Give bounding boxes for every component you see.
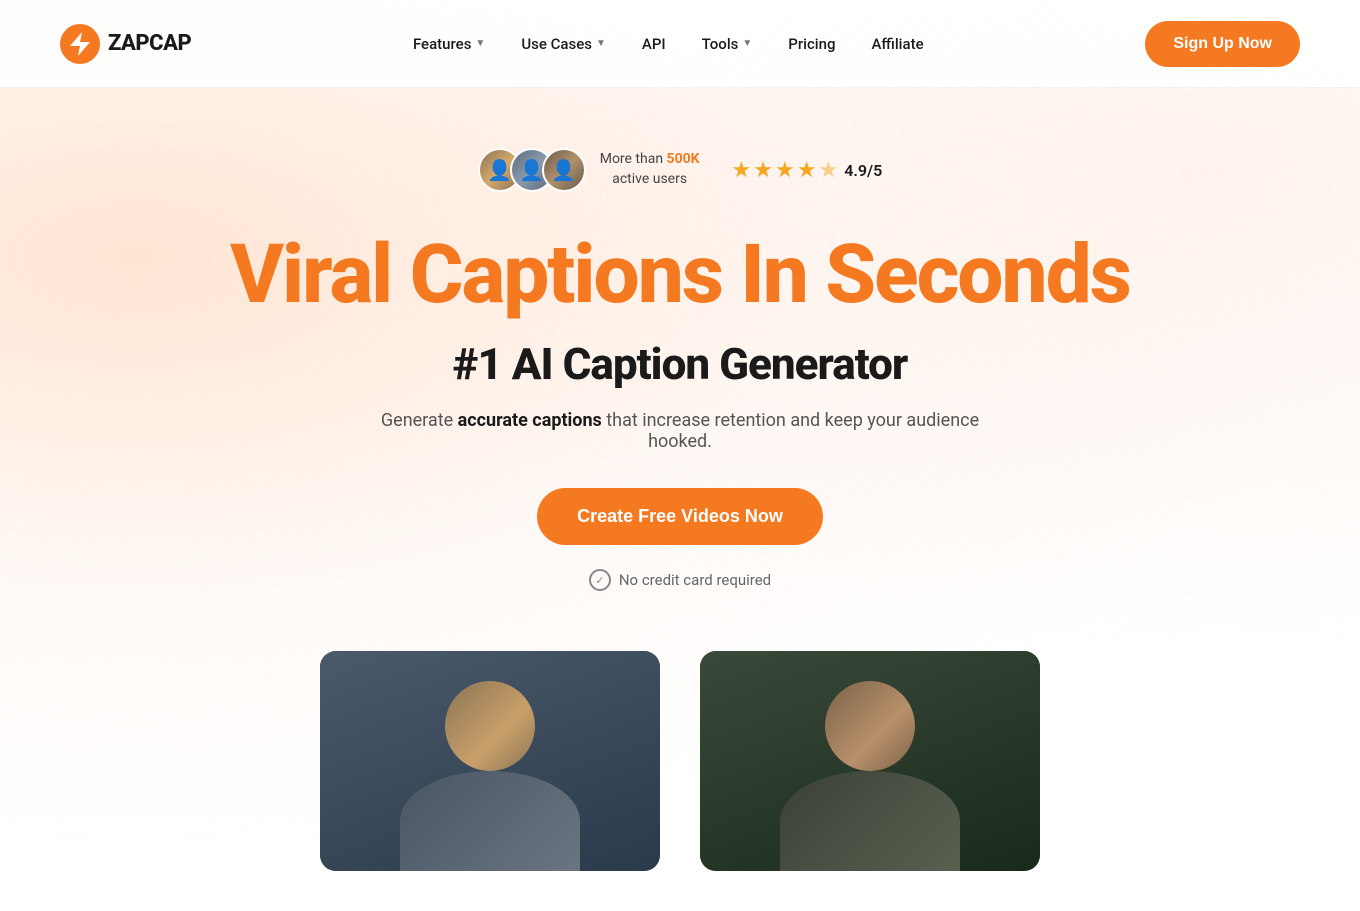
nav-item-tools[interactable]: Tools ▼: [686, 27, 769, 61]
person-body: [400, 771, 580, 871]
cta-button[interactable]: Create Free Videos Now: [537, 488, 823, 545]
nav-item-affiliate[interactable]: Affiliate: [855, 27, 939, 61]
navbar: ZAPCAP Features ▼ Use Cases ▼ API Tools …: [0, 0, 1360, 88]
video-previews: [180, 651, 1180, 871]
video-card-1: [320, 651, 660, 871]
user-avatars: 👤 👤 👤: [478, 148, 586, 192]
video-card-2: [700, 651, 1040, 871]
hero-title: Viral Captions In Seconds: [230, 232, 1130, 318]
nav-item-api[interactable]: API: [626, 27, 682, 61]
video-thumbnail-2: [700, 651, 1040, 871]
check-circle-icon: ✓: [589, 569, 611, 591]
star-rating: ★ ★ ★ ★ ★: [732, 158, 839, 183]
logo-link[interactable]: ZAPCAP: [60, 24, 191, 64]
hero-subtitle: #1 AI Caption Generator: [453, 338, 908, 390]
star-icon: ★: [797, 158, 817, 183]
nav-item-pricing[interactable]: Pricing: [772, 27, 851, 61]
nav-links: Features ▼ Use Cases ▼ API Tools ▼ Prici…: [397, 27, 940, 61]
star-icon: ★: [753, 158, 773, 183]
person-head: [825, 681, 915, 771]
star-icon: ★: [732, 158, 752, 183]
person-head: [445, 681, 535, 771]
nav-item-features[interactable]: Features ▼: [397, 27, 501, 61]
social-proof: 👤 👤 👤 More than 500K active users ★ ★ ★ …: [478, 148, 883, 192]
zapcap-logo-icon: [60, 24, 100, 64]
chevron-down-icon: ▼: [475, 38, 485, 49]
no-credit-card-notice: ✓ No credit card required: [589, 569, 771, 591]
users-text: More than 500K active users: [600, 150, 700, 189]
hero-description: Generate accurate captions that increase…: [380, 410, 980, 452]
chevron-down-icon: ▼: [596, 38, 606, 49]
nav-item-use-cases[interactable]: Use Cases ▼: [505, 27, 622, 61]
person-body: [780, 771, 960, 871]
avatar: 👤: [542, 148, 586, 192]
logo-text: ZAPCAP: [108, 31, 191, 56]
chevron-down-icon: ▼: [742, 38, 752, 49]
hero-section: 👤 👤 👤 More than 500K active users ★ ★ ★ …: [0, 88, 1360, 911]
star-icon: ★: [775, 158, 795, 183]
rating: ★ ★ ★ ★ ★ 4.9/5: [732, 158, 883, 183]
signup-button[interactable]: Sign Up Now: [1145, 21, 1300, 67]
rating-score: 4.9/5: [844, 161, 882, 180]
video-thumbnail-1: [320, 651, 660, 871]
star-icon: ★: [818, 158, 838, 183]
